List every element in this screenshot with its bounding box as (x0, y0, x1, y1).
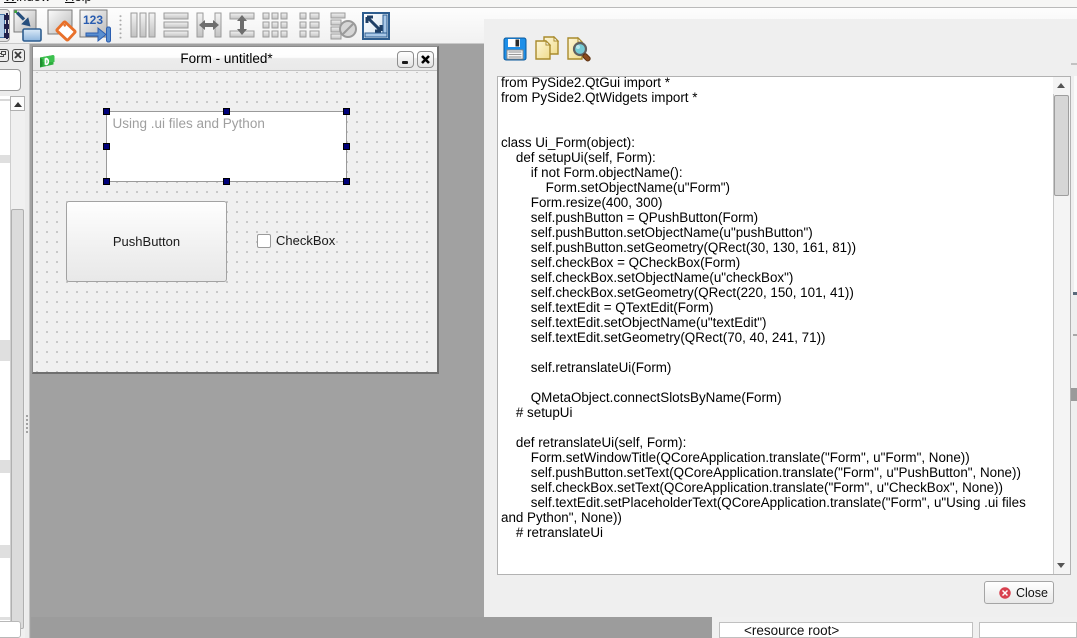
svg-text:123: 123 (83, 13, 103, 27)
